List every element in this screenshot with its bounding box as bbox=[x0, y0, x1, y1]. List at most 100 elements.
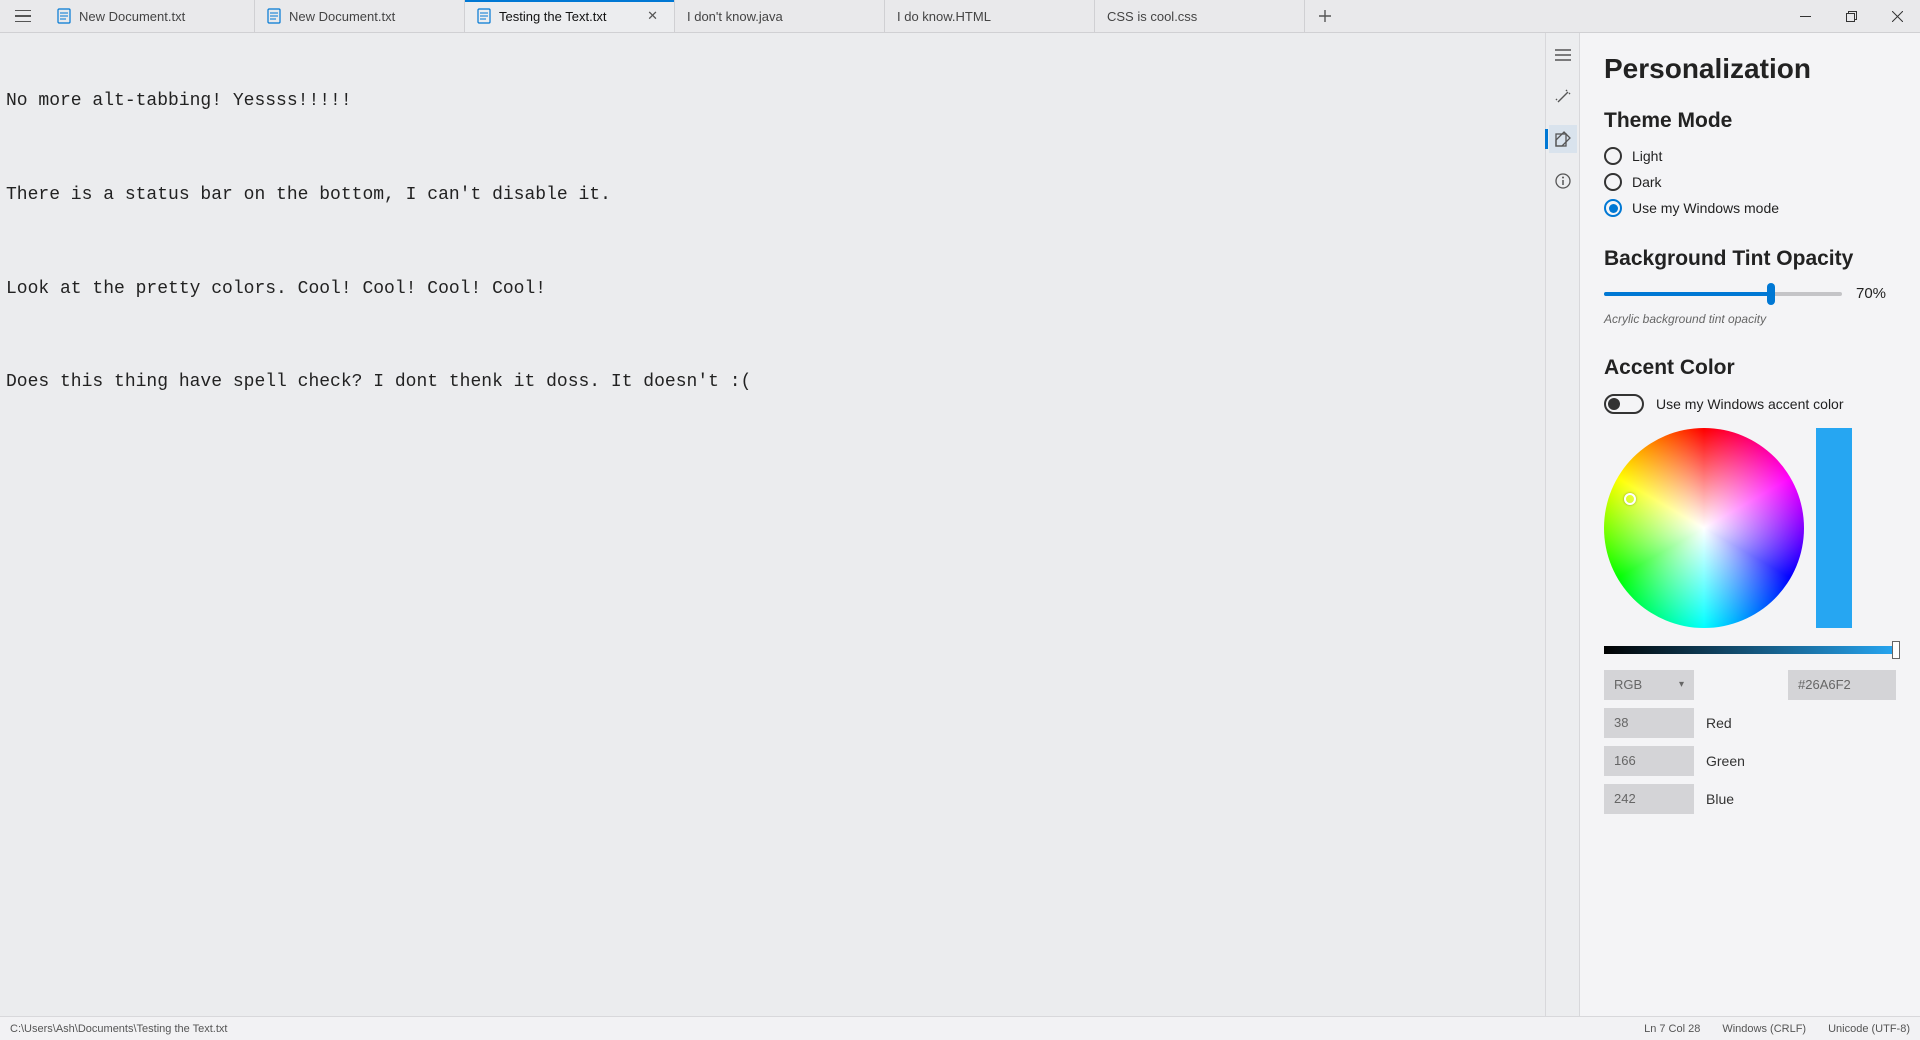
tab-label: New Document.txt bbox=[289, 9, 452, 24]
tab-label: Testing the Text.txt bbox=[499, 9, 643, 24]
bg-opacity-value: 70% bbox=[1856, 285, 1896, 302]
close-icon[interactable]: ✕ bbox=[643, 6, 662, 26]
accent-system-toggle[interactable] bbox=[1604, 394, 1644, 414]
blue-row: 242 Blue bbox=[1604, 784, 1896, 814]
status-eol[interactable]: Windows (CRLF) bbox=[1722, 1023, 1806, 1035]
tab-java[interactable]: I don't know.java bbox=[675, 0, 885, 32]
hex-value: #26A6F2 bbox=[1798, 670, 1851, 700]
bg-opacity-slider[interactable] bbox=[1604, 292, 1842, 296]
rail-menu-button[interactable] bbox=[1549, 41, 1577, 69]
radio-label: Light bbox=[1632, 148, 1662, 164]
accent-system-toggle-row: Use my Windows accent color bbox=[1604, 394, 1896, 414]
red-field[interactable]: 38 bbox=[1604, 708, 1694, 738]
editor-line: There is a status bar on the bottom, I c… bbox=[6, 183, 1539, 208]
settings-panel: Personalization Theme Mode Light Dark Us… bbox=[1580, 33, 1920, 1016]
maximize-icon bbox=[1846, 11, 1857, 22]
tab-newdoc-1[interactable]: New Document.txt bbox=[45, 0, 255, 32]
edit-icon bbox=[1555, 131, 1571, 147]
file-icon bbox=[477, 8, 491, 24]
color-wheel[interactable] bbox=[1604, 428, 1804, 628]
slider-fill bbox=[1604, 292, 1771, 296]
blue-field[interactable]: 242 bbox=[1604, 784, 1694, 814]
red-value: 38 bbox=[1614, 708, 1628, 738]
titlebar: New Document.txt New Document.txt Testin… bbox=[0, 0, 1920, 33]
blue-label: Blue bbox=[1706, 791, 1734, 807]
color-cursor[interactable] bbox=[1624, 493, 1636, 505]
red-row: 38 Red bbox=[1604, 708, 1896, 738]
tab-css[interactable]: CSS is cool.css bbox=[1095, 0, 1305, 32]
tab-label: CSS is cool.css bbox=[1107, 9, 1292, 24]
toggle-knob bbox=[1608, 398, 1620, 410]
tab-label: I do know.HTML bbox=[897, 9, 1082, 24]
rail-effects-button[interactable] bbox=[1549, 83, 1577, 111]
color-model-label: RGB bbox=[1614, 670, 1642, 700]
hex-field[interactable]: #26A6F2 bbox=[1788, 670, 1896, 700]
chevron-down-icon: ▾ bbox=[1679, 670, 1684, 700]
hamburger-icon bbox=[15, 10, 31, 22]
status-bar: C:\Users\Ash\Documents\Testing the Text.… bbox=[0, 1016, 1920, 1040]
tab-testing-text[interactable]: Testing the Text.txt ✕ bbox=[465, 0, 675, 32]
status-path: C:\Users\Ash\Documents\Testing the Text.… bbox=[10, 1023, 227, 1035]
info-icon bbox=[1555, 173, 1571, 189]
status-right: Ln 7 Col 28 Windows (CRLF) Unicode (UTF-… bbox=[1644, 1023, 1910, 1035]
color-preview-strip[interactable] bbox=[1816, 428, 1852, 628]
tab-strip: New Document.txt New Document.txt Testin… bbox=[45, 0, 1782, 32]
color-model-select[interactable]: RGB ▾ bbox=[1604, 670, 1694, 700]
minimize-icon bbox=[1800, 11, 1811, 22]
accent-heading: Accent Color bbox=[1604, 356, 1896, 380]
status-encoding[interactable]: Unicode (UTF-8) bbox=[1828, 1023, 1910, 1035]
radio-label: Use my Windows mode bbox=[1632, 200, 1779, 216]
window-controls bbox=[1782, 0, 1920, 32]
wand-icon bbox=[1555, 89, 1571, 105]
theme-mode-heading: Theme Mode bbox=[1604, 109, 1896, 133]
menu-button[interactable] bbox=[0, 0, 45, 32]
side-rail bbox=[1545, 33, 1580, 1016]
bg-opacity-slider-row: 70% bbox=[1604, 285, 1896, 302]
bg-opacity-hint: Acrylic background tint opacity bbox=[1604, 312, 1896, 326]
green-field[interactable]: 166 bbox=[1604, 746, 1694, 776]
color-model-row: RGB ▾ #26A6F2 bbox=[1604, 670, 1896, 700]
green-value: 166 bbox=[1614, 746, 1636, 776]
rail-personalization-button[interactable] bbox=[1549, 125, 1577, 153]
radio-icon bbox=[1604, 173, 1622, 191]
color-picker bbox=[1604, 428, 1896, 628]
tab-newdoc-2[interactable]: New Document.txt bbox=[255, 0, 465, 32]
status-position[interactable]: Ln 7 Col 28 bbox=[1644, 1023, 1700, 1035]
tab-label: New Document.txt bbox=[79, 9, 242, 24]
radio-label: Dark bbox=[1632, 174, 1662, 190]
close-window-button[interactable] bbox=[1874, 0, 1920, 32]
new-tab-button[interactable] bbox=[1305, 0, 1345, 32]
file-icon bbox=[267, 8, 281, 24]
bg-opacity-section: Background Tint Opacity 70% Acrylic back… bbox=[1604, 247, 1896, 326]
editor-line: Look at the pretty colors. Cool! Cool! C… bbox=[6, 277, 1539, 302]
plus-icon bbox=[1319, 10, 1331, 22]
theme-mode-section: Theme Mode Light Dark Use my Windows mod… bbox=[1604, 109, 1896, 217]
radio-icon bbox=[1604, 147, 1622, 165]
blue-value: 242 bbox=[1614, 784, 1636, 814]
editor-line: Does this thing have spell check? I dont… bbox=[6, 370, 1539, 395]
lightness-slider[interactable] bbox=[1604, 646, 1896, 654]
red-label: Red bbox=[1706, 715, 1732, 731]
main-area: No more alt-tabbing! Yessss!!!!! There i… bbox=[0, 33, 1920, 1016]
lightness-thumb[interactable] bbox=[1892, 641, 1900, 659]
theme-radio-system[interactable]: Use my Windows mode bbox=[1604, 199, 1896, 217]
panel-title: Personalization bbox=[1604, 53, 1896, 85]
rail-info-button[interactable] bbox=[1549, 167, 1577, 195]
green-label: Green bbox=[1706, 753, 1745, 769]
tab-label: I don't know.java bbox=[687, 9, 872, 24]
color-inputs: RGB ▾ #26A6F2 38 Red 166 Green 242 bbox=[1604, 670, 1896, 814]
theme-radio-light[interactable]: Light bbox=[1604, 147, 1896, 165]
theme-radio-dark[interactable]: Dark bbox=[1604, 173, 1896, 191]
file-icon bbox=[57, 8, 71, 24]
slider-thumb[interactable] bbox=[1767, 283, 1775, 305]
bg-opacity-heading: Background Tint Opacity bbox=[1604, 247, 1896, 271]
minimize-button[interactable] bbox=[1782, 0, 1828, 32]
green-row: 166 Green bbox=[1604, 746, 1896, 776]
text-editor[interactable]: No more alt-tabbing! Yessss!!!!! There i… bbox=[0, 33, 1545, 1016]
tab-html[interactable]: I do know.HTML bbox=[885, 0, 1095, 32]
editor-line: No more alt-tabbing! Yessss!!!!! bbox=[6, 89, 1539, 114]
hamburger-icon bbox=[1555, 49, 1571, 61]
maximize-button[interactable] bbox=[1828, 0, 1874, 32]
radio-icon bbox=[1604, 199, 1622, 217]
accent-color-section: Accent Color Use my Windows accent color bbox=[1604, 356, 1896, 814]
